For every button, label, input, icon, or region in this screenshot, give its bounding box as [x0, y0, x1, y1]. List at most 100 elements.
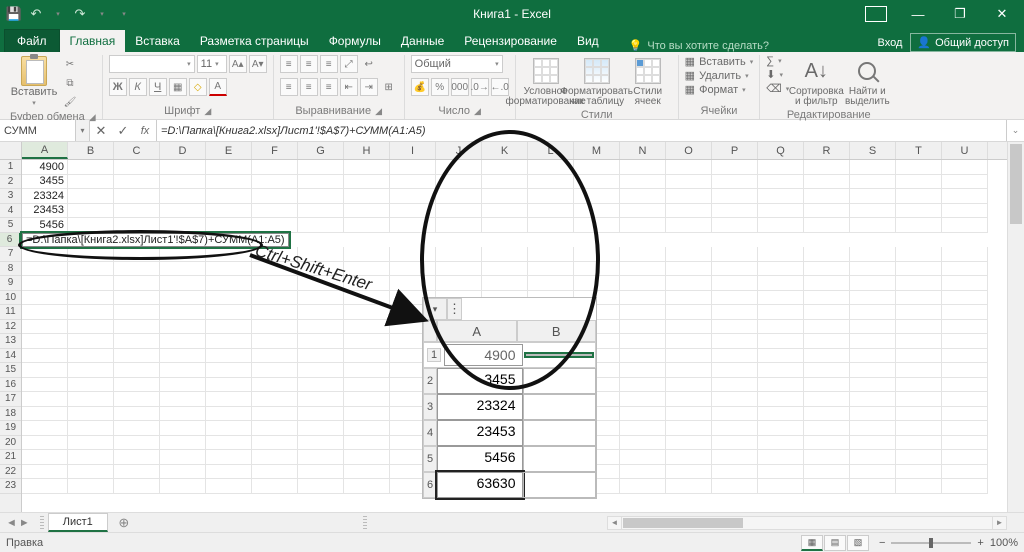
- cell[interactable]: [298, 465, 344, 480]
- row-header-6[interactable]: 6: [0, 233, 21, 248]
- cell[interactable]: [68, 262, 114, 277]
- cell[interactable]: [804, 189, 850, 204]
- cell[interactable]: [298, 334, 344, 349]
- save-icon[interactable]: 💾: [6, 6, 22, 22]
- cell[interactable]: [252, 160, 298, 175]
- increase-indent-icon[interactable]: ⇥: [360, 78, 378, 96]
- cell[interactable]: [114, 276, 160, 291]
- col-header-L[interactable]: L: [528, 142, 574, 159]
- font-color-icon[interactable]: A: [209, 78, 227, 96]
- cell[interactable]: [620, 436, 666, 451]
- cell[interactable]: [804, 247, 850, 262]
- cell[interactable]: [114, 334, 160, 349]
- scroll-left-icon[interactable]: ◄: [608, 517, 622, 529]
- delete-cells-button[interactable]: ▦Удалить ▾: [685, 69, 754, 82]
- cell[interactable]: [896, 247, 942, 262]
- cell[interactable]: 5456: [22, 218, 68, 233]
- cell[interactable]: [804, 378, 850, 393]
- sort-filter-button[interactable]: A↓Сортировка и фильтр: [792, 55, 840, 109]
- cell[interactable]: [298, 175, 344, 190]
- cell[interactable]: [206, 363, 252, 378]
- cell[interactable]: [804, 276, 850, 291]
- share-button[interactable]: 👤 Общий доступ: [910, 33, 1016, 52]
- cell[interactable]: [942, 349, 988, 364]
- cell[interactable]: [68, 276, 114, 291]
- cell[interactable]: [666, 262, 712, 277]
- row-header-23[interactable]: 23: [0, 479, 21, 494]
- cell[interactable]: [114, 465, 160, 480]
- cell[interactable]: [252, 291, 298, 306]
- cell[interactable]: [68, 436, 114, 451]
- cell[interactable]: [298, 160, 344, 175]
- cell[interactable]: [68, 189, 114, 204]
- cell[interactable]: [574, 276, 620, 291]
- sign-in-link[interactable]: Вход: [878, 37, 903, 49]
- cell[interactable]: [942, 175, 988, 190]
- cell[interactable]: [758, 175, 804, 190]
- cell[interactable]: [666, 291, 712, 306]
- cell[interactable]: [712, 204, 758, 219]
- cell[interactable]: [344, 247, 390, 262]
- cell[interactable]: [436, 218, 482, 233]
- cell[interactable]: [252, 276, 298, 291]
- cell[interactable]: [114, 305, 160, 320]
- cell[interactable]: [436, 276, 482, 291]
- cell[interactable]: [804, 349, 850, 364]
- cell[interactable]: [344, 320, 390, 335]
- cell[interactable]: [758, 334, 804, 349]
- row-header-12[interactable]: 12: [0, 320, 21, 335]
- underline-icon[interactable]: Ч: [149, 78, 167, 96]
- cell[interactable]: [436, 189, 482, 204]
- cell[interactable]: [344, 378, 390, 393]
- cell[interactable]: [160, 305, 206, 320]
- cell[interactable]: [160, 349, 206, 364]
- cell[interactable]: [252, 479, 298, 494]
- cell[interactable]: [850, 291, 896, 306]
- cell[interactable]: [666, 421, 712, 436]
- cell[interactable]: [620, 262, 666, 277]
- cell[interactable]: [758, 160, 804, 175]
- row-header-10[interactable]: 10: [0, 291, 21, 306]
- col-header-O[interactable]: O: [666, 142, 712, 159]
- ribbon-options-icon[interactable]: [856, 0, 896, 28]
- cell[interactable]: [666, 334, 712, 349]
- cell[interactable]: [712, 247, 758, 262]
- cell[interactable]: [942, 160, 988, 175]
- cell[interactable]: [574, 175, 620, 190]
- decrease-indent-icon[interactable]: ⇤: [340, 78, 358, 96]
- cell[interactable]: [666, 218, 712, 233]
- cell[interactable]: [160, 189, 206, 204]
- col-header-Q[interactable]: Q: [758, 142, 804, 159]
- cell[interactable]: [298, 407, 344, 422]
- cell[interactable]: [252, 349, 298, 364]
- cell[interactable]: [574, 247, 620, 262]
- col-header-B[interactable]: B: [68, 142, 114, 159]
- cell[interactable]: [712, 465, 758, 480]
- cell[interactable]: [620, 160, 666, 175]
- cell[interactable]: [896, 450, 942, 465]
- cell[interactable]: [252, 305, 298, 320]
- cell[interactable]: [804, 465, 850, 480]
- cell[interactable]: [114, 363, 160, 378]
- cell[interactable]: [620, 349, 666, 364]
- cell[interactable]: [344, 291, 390, 306]
- cell[interactable]: [68, 160, 114, 175]
- cell[interactable]: [942, 189, 988, 204]
- align-right-icon[interactable]: ≡: [320, 78, 338, 96]
- increase-decimal-icon[interactable]: .0→: [471, 78, 489, 96]
- cell[interactable]: [712, 218, 758, 233]
- cell[interactable]: [666, 363, 712, 378]
- close-button[interactable]: ✕: [982, 0, 1022, 28]
- clear-button[interactable]: ⌫▾: [766, 82, 789, 95]
- cell[interactable]: [68, 349, 114, 364]
- cell[interactable]: [482, 204, 528, 219]
- cell[interactable]: [390, 175, 436, 190]
- cell[interactable]: [942, 334, 988, 349]
- cell[interactable]: [712, 160, 758, 175]
- italic-icon[interactable]: К: [129, 78, 147, 96]
- cell[interactable]: [712, 291, 758, 306]
- cell[interactable]: [482, 175, 528, 190]
- cell[interactable]: [850, 465, 896, 480]
- cell[interactable]: [252, 363, 298, 378]
- cell[interactable]: [896, 276, 942, 291]
